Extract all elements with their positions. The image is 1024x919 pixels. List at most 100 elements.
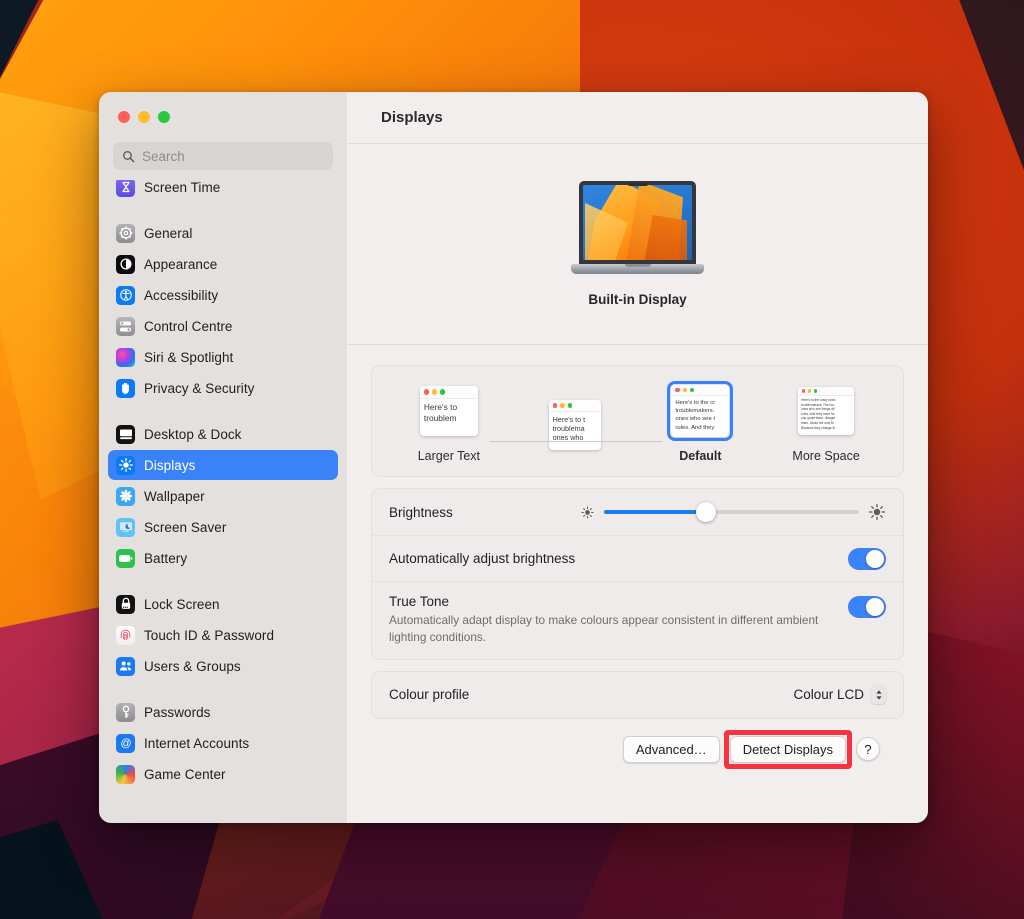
macbook-icon[interactable] — [571, 181, 704, 278]
search-field[interactable] — [113, 142, 333, 170]
macbook-wallpaper — [583, 185, 692, 260]
sidebar-item-internet-accounts[interactable]: @ Internet Accounts — [108, 728, 338, 758]
resolution-thumbnail[interactable]: Here's to ttroublemaones who — [549, 400, 601, 450]
thumbnail-traffic-dot — [432, 389, 437, 394]
sidebar-scroll-area[interactable]: Screen Time General Appearance Accessibilit… — [99, 180, 347, 823]
lock-screen-icon — [116, 595, 135, 614]
sidebar-item-game-center[interactable]: Game Center — [108, 759, 338, 789]
thumbnail-traffic-dot — [814, 389, 817, 392]
thumbnail-traffic-dot — [683, 388, 687, 392]
true-tone-row: True Tone Automatically adapt display to… — [372, 581, 903, 659]
thumbnail-titlebar — [671, 385, 729, 396]
advanced-button[interactable]: Advanced… — [623, 736, 720, 763]
sidebar-item-lock-screen[interactable]: Lock Screen — [108, 589, 338, 619]
sidebar: Screen Time General Appearance Accessibilit… — [99, 92, 347, 823]
thumbnail-text-line: Here's to t — [553, 415, 597, 424]
system-settings-window: Screen Time General Appearance Accessibilit… — [99, 92, 928, 823]
search-container — [99, 142, 347, 180]
content-pane: Displays — [347, 92, 928, 823]
resolution-option-default[interactable]: Here's to the crtroublemakers.ones who s… — [645, 382, 755, 463]
sidebar-item-desktop-dock[interactable]: Desktop & Dock — [108, 419, 338, 449]
macbook-screen — [579, 181, 696, 265]
sidebar-item-battery[interactable]: Battery — [108, 543, 338, 573]
sidebar-group-separator — [108, 404, 338, 419]
minimise-window-button[interactable] — [138, 111, 150, 123]
sidebar-item-control-centre[interactable]: Control Centre — [108, 311, 338, 341]
close-window-button[interactable] — [118, 111, 130, 123]
sidebar-item-general[interactable]: General — [108, 218, 338, 248]
auto-brightness-row: Automatically adjust brightness — [372, 535, 903, 581]
sidebar-item-label: Screen Saver — [144, 520, 226, 535]
brightness-slider-fill — [604, 510, 706, 514]
wallpaper-icon — [116, 487, 135, 506]
sidebar-item-screen-time[interactable]: Screen Time — [108, 180, 338, 202]
auto-brightness-toggle[interactable] — [848, 548, 886, 570]
colour-profile-card: Colour profile Colour LCD — [371, 671, 904, 719]
sidebar-item-displays[interactable]: Displays — [108, 450, 338, 480]
search-icon — [122, 150, 135, 163]
sidebar-item-privacy-security[interactable]: Privacy & Security — [108, 373, 338, 403]
brightness-slider-knob[interactable] — [696, 502, 716, 522]
sidebar-list: Screen Time General Appearance Accessibilit… — [108, 180, 338, 789]
sidebar-item-passwords[interactable]: Passwords — [108, 697, 338, 727]
thumbnail-text-line: troublema — [553, 424, 597, 433]
thumbnail-titlebar — [549, 400, 601, 412]
zoom-window-button[interactable] — [158, 111, 170, 123]
sidebar-item-label: Game Center — [144, 767, 226, 782]
resolution-thumbnail[interactable]: Here's to the crtroublemakers.ones who s… — [671, 385, 729, 437]
desktop-dock-icon — [116, 425, 135, 444]
thumbnail-text-line: troublemakers. — [675, 407, 725, 415]
resolution-thumbnail[interactable]: Here's to the crazy onestroublemakers. T… — [798, 387, 854, 435]
colour-profile-dropdown[interactable]: Colour LCD — [793, 685, 886, 704]
internet-accounts-icon: @ — [116, 734, 135, 753]
macbook-lid-notch — [625, 264, 651, 267]
thumbnail-titlebar — [798, 387, 854, 396]
thumbnail-traffic-dot — [690, 388, 694, 392]
resolution-thumbnail-holder: Here's to the crtroublemakers.ones who s… — [671, 382, 729, 440]
resolution-thumbnail-holder: Here's totroublem — [420, 382, 478, 440]
sidebar-item-label: Privacy & Security — [144, 381, 254, 396]
sidebar-item-label: Passwords — [144, 705, 210, 720]
sidebar-group-separator — [108, 203, 338, 218]
sidebar-item-appearance[interactable]: Appearance — [108, 249, 338, 279]
resolution-option-more-space[interactable]: Here's to the crazy onestroublemakers. T… — [771, 382, 881, 463]
sidebar-item-label: Internet Accounts — [144, 736, 249, 751]
resolution-option-larger-text[interactable]: Here's totroublemLarger Text — [394, 382, 504, 463]
sidebar-item-accessibility[interactable]: Accessibility — [108, 280, 338, 310]
true-tone-toggle[interactable] — [848, 596, 886, 618]
sidebar-item-users-groups[interactable]: Users & Groups — [108, 651, 338, 681]
game-center-icon — [116, 765, 135, 784]
resolution-thumbnail[interactable]: Here's totroublem — [420, 386, 478, 436]
brightness-row: Brightness — [372, 489, 903, 535]
true-tone-description: Automatically adapt display to make colo… — [389, 612, 839, 646]
thumbnail-text-line: Here's to — [424, 402, 474, 413]
thumbnail-traffic-dot — [568, 403, 573, 408]
brightness-control[interactable] — [580, 503, 886, 521]
resolution-track-line — [490, 441, 662, 442]
sidebar-item-label: Appearance — [144, 257, 217, 272]
resolution-option-label: More Space — [792, 449, 859, 463]
thumbnail-text-line: ones who see t — [675, 415, 725, 423]
sidebar-group-separator — [108, 682, 338, 697]
help-button[interactable]: ? — [856, 737, 880, 761]
accessibility-icon — [116, 286, 135, 305]
sidebar-item-screen-saver[interactable]: Screen Saver — [108, 512, 338, 542]
macbook-camera-notch — [628, 183, 648, 186]
brightness-label: Brightness — [389, 505, 453, 520]
users-groups-icon — [116, 657, 135, 676]
sidebar-item-wallpaper[interactable]: Wallpaper — [108, 481, 338, 511]
search-input[interactable] — [142, 149, 324, 164]
passwords-key-icon — [116, 703, 135, 722]
thumbnail-traffic-dot — [802, 389, 805, 392]
sidebar-item-siri-spotlight[interactable]: Siri & Spotlight — [108, 342, 338, 372]
resolution-options-row: Here's totroublemLarger TextHere's to tt… — [372, 382, 903, 463]
privacy-hand-icon — [116, 379, 135, 398]
sidebar-item-touch-id-password[interactable]: Touch ID & Password — [108, 620, 338, 650]
displays-icon — [116, 456, 135, 475]
display-name-label: Built-in Display — [588, 292, 686, 307]
sidebar-item-label: Lock Screen — [144, 597, 220, 612]
detect-displays-button[interactable]: Detect Displays — [730, 736, 846, 763]
touch-id-icon — [116, 626, 135, 645]
brightness-slider-track[interactable] — [604, 510, 859, 514]
resolution-option-unlabelled-1[interactable]: Here's to ttroublemaones who — [520, 396, 630, 463]
